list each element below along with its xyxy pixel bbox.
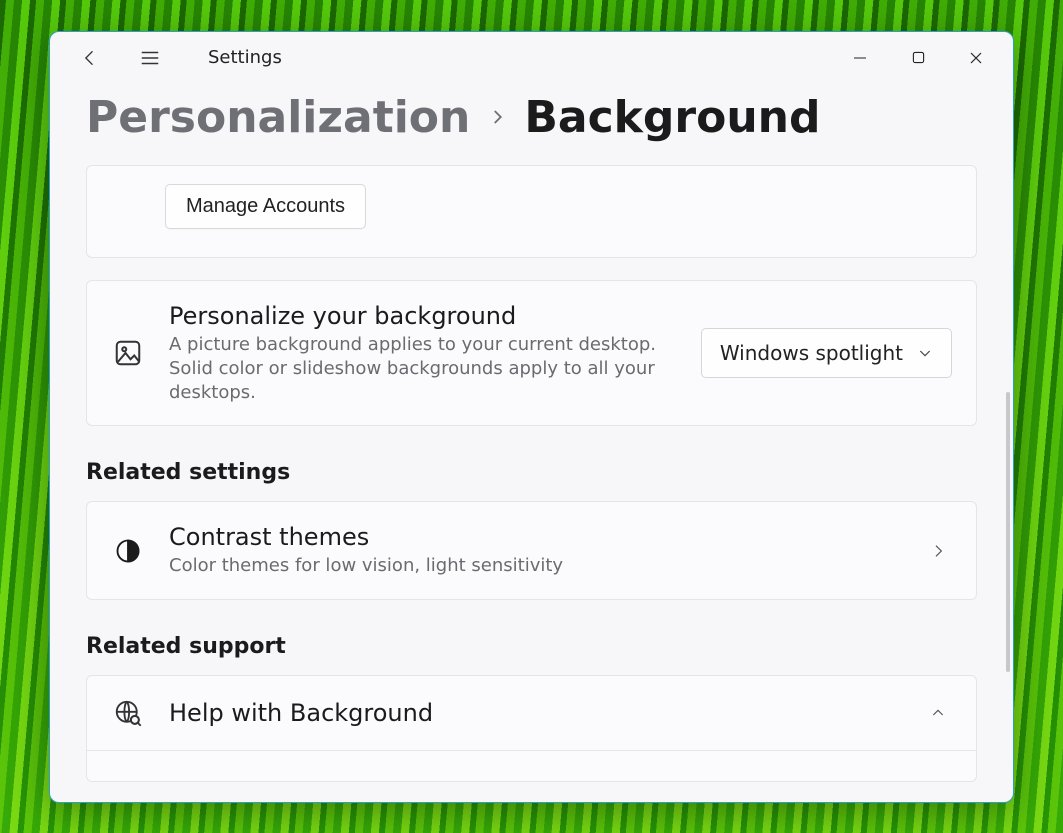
manage-accounts-button[interactable]: Manage Accounts xyxy=(165,184,366,229)
nav-menu-button[interactable] xyxy=(130,38,170,78)
contrast-icon xyxy=(111,534,145,568)
breadcrumb-current: Background xyxy=(524,92,820,143)
background-type-dropdown[interactable]: Windows spotlight xyxy=(701,328,952,378)
globe-search-icon xyxy=(111,696,145,730)
image-icon xyxy=(111,336,145,370)
minimize-button[interactable] xyxy=(831,36,889,80)
help-title: Help with Background xyxy=(169,698,900,728)
back-button[interactable] xyxy=(70,38,110,78)
personalize-title: Personalize your background xyxy=(169,301,677,331)
app-title: Settings xyxy=(208,47,282,68)
accounts-card: Manage Accounts xyxy=(86,165,977,258)
minimize-icon xyxy=(853,51,867,65)
related-settings-heading: Related settings xyxy=(86,460,977,485)
titlebar: Settings xyxy=(50,32,1013,84)
help-expanded-area xyxy=(87,751,976,781)
settings-window: Settings Personalization Bac xyxy=(49,31,1014,803)
contrast-description: Color themes for low vision, light sensi… xyxy=(169,554,900,578)
contrast-title: Contrast themes xyxy=(169,522,900,552)
personalize-description: A picture background applies to your cur… xyxy=(169,333,677,406)
maximize-button[interactable] xyxy=(889,36,947,80)
dropdown-value: Windows spotlight xyxy=(720,341,903,365)
chevron-right-icon xyxy=(488,108,506,126)
maximize-icon xyxy=(912,51,925,64)
contrast-themes-row[interactable]: Contrast themes Color themes for low vis… xyxy=(86,501,977,599)
breadcrumb-parent[interactable]: Personalization xyxy=(86,92,470,143)
help-background-row[interactable]: Help with Background xyxy=(87,676,976,751)
chevron-up-icon xyxy=(924,705,952,721)
personalize-background-card: Personalize your background A picture ba… xyxy=(86,280,977,427)
scrollbar[interactable] xyxy=(1006,392,1010,672)
close-button[interactable] xyxy=(947,36,1005,80)
chevron-down-icon xyxy=(917,345,933,361)
content-area: Personalization Background Manage Accoun… xyxy=(50,84,1013,802)
hamburger-icon xyxy=(139,47,161,69)
arrow-left-icon xyxy=(80,48,100,68)
desktop-wallpaper: Settings Personalization Bac xyxy=(0,0,1063,833)
breadcrumb: Personalization Background xyxy=(86,92,977,143)
related-support-heading: Related support xyxy=(86,634,977,659)
chevron-right-icon xyxy=(924,543,952,559)
help-background-card: Help with Background xyxy=(86,675,977,782)
close-icon xyxy=(969,51,983,65)
